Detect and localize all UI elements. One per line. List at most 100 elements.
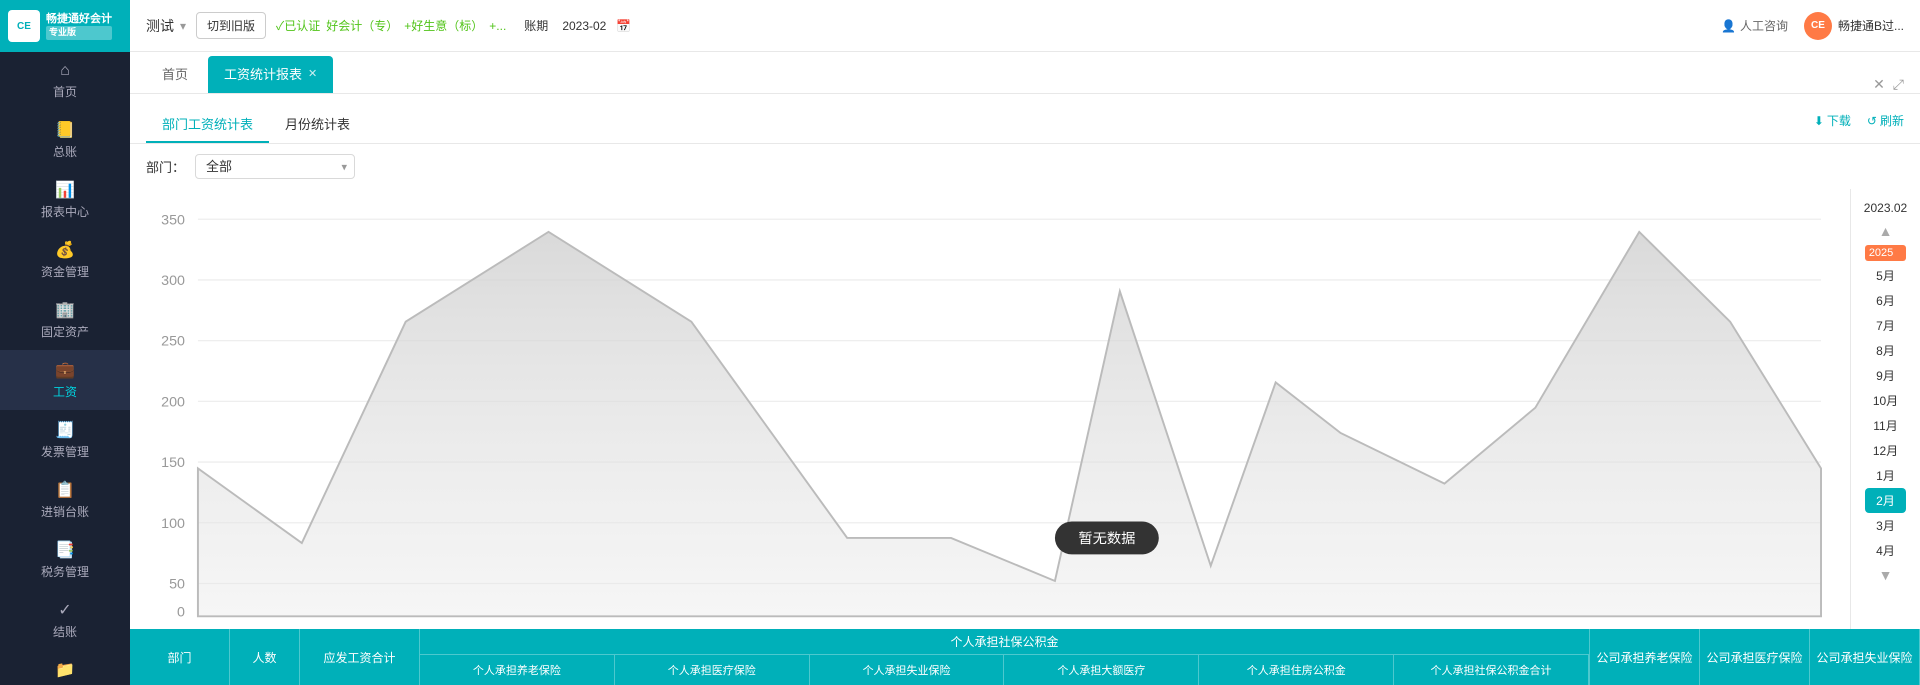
sidebar-item-sales[interactable]: 📋 进销台账: [0, 470, 130, 530]
sidebar-label-home: 首页: [53, 83, 77, 100]
right-panel: 2023.02 ▲ 2025 5月6月7月8月9月10月11月12月1月2月3月4…: [1850, 189, 1920, 629]
sidebar-item-home[interactable]: ⌂首页: [0, 52, 130, 110]
table-header: 部门 人数 应发工资合计 个人承担社保公积金 个人承担养老保险 个人承担医疗保险…: [130, 629, 1920, 685]
help-button[interactable]: 👤 人工咨询: [1721, 17, 1788, 34]
col-dept: 部门: [130, 629, 230, 685]
month-item-6月[interactable]: 6月: [1865, 288, 1906, 313]
switch-old-button[interactable]: 切到旧版: [196, 12, 266, 39]
year-old-label[interactable]: 2025: [1865, 245, 1906, 261]
invoice-icon: 🧾: [55, 420, 75, 440]
col-company-medical: 公司承担医疗保险: [1700, 629, 1810, 685]
period-label: 账期: [524, 17, 548, 34]
sidebar-label-assets: 固定资产: [41, 323, 89, 340]
month-item-5月[interactable]: 5月: [1865, 263, 1906, 288]
sidebar-label-tax: 税务管理: [41, 563, 89, 580]
close-tab-icon[interactable]: ✕: [308, 67, 317, 80]
sidebar-label-funds: 资金管理: [41, 263, 89, 280]
sidebar: CE 畅捷通好会计 专业版 ⌂首页 📒 总账 📊报表中心💰资金管理🏢固定资产 💼 工资 🧾 发…: [0, 0, 130, 685]
sidebar-label-salary: 工资: [53, 383, 77, 400]
refresh-icon: ↺: [1867, 114, 1877, 128]
col-total-salary: 应发工资合计: [300, 629, 420, 685]
sidebar-item-tax[interactable]: 📑 税务管理: [0, 530, 130, 590]
month-item-10月[interactable]: 10月: [1865, 388, 1906, 413]
sidebar-label-reports: 报表中心: [41, 203, 89, 220]
expand-icon[interactable]: ⤢: [1893, 76, 1904, 93]
year-display[interactable]: 2023.02: [1864, 197, 1907, 219]
close-window-icon[interactable]: ✕: [1873, 76, 1885, 93]
group-social-insurance: 个人承担社保公积金 个人承担养老保险 个人承担医疗保险 个人承担失业保险 个人承…: [420, 629, 1590, 685]
month-item-9月[interactable]: 9月: [1865, 363, 1906, 388]
chevron-down-icon: ▾: [180, 19, 186, 33]
col-social-total: 个人承担社保公积金合计: [1394, 655, 1589, 685]
svg-text:200: 200: [161, 394, 185, 410]
download-button[interactable]: ⬇ 下载: [1814, 112, 1851, 129]
ledger-icon: 📒: [55, 120, 75, 140]
sidebar-nav: ⌂首页 📒 总账 📊报表中心💰资金管理🏢固定资产 💼 工资 🧾 发票管理 📋 进销台账 📑 税务管理 ✓…: [0, 52, 130, 685]
svg-text:250: 250: [161, 333, 185, 349]
user-name: 畅捷通B过...: [1838, 17, 1904, 34]
col-housing-fund: 个人承担住房公积金: [1199, 655, 1394, 685]
topbar-tag: +好生意（标）: [404, 17, 483, 34]
archive-icon: 📁: [55, 660, 75, 680]
scroll-up-icon[interactable]: ▲: [1875, 219, 1897, 243]
col-company-pension: 公司承担养老保险: [1590, 629, 1700, 685]
window-controls: ✕ ⤢: [1873, 76, 1904, 93]
salary-icon: 💼: [55, 360, 75, 380]
col-medical: 个人承担医疗保险: [615, 655, 810, 685]
tab-home[interactable]: 首页: [146, 56, 204, 93]
sidebar-item-funds[interactable]: 💰资金管理: [0, 230, 130, 290]
subtab-monthly[interactable]: 月份统计表: [269, 106, 366, 143]
logo-text: 畅捷通好会计 专业版: [46, 12, 112, 40]
sidebar-label-invoice: 发票管理: [41, 443, 89, 460]
sidebar-label-ledger: 总账: [53, 143, 77, 160]
sales-icon: 📋: [55, 480, 75, 500]
period-value: 2023-02: [562, 19, 606, 33]
filter-label: 部门：: [146, 157, 185, 176]
col-company-unemployment: 公司承担失业保险: [1810, 629, 1920, 685]
chart-area: 350 300 250 200 150 100 50 0: [130, 189, 1850, 629]
sidebar-item-salary[interactable]: 💼 工资: [0, 350, 130, 410]
group-title: 个人承担社保公积金: [420, 629, 1589, 655]
col-count: 人数: [230, 629, 300, 685]
tab-salary-report[interactable]: 工资统计报表 ✕: [208, 56, 333, 93]
month-item-7月[interactable]: 7月: [1865, 313, 1906, 338]
tabbar: 首页 工资统计报表 ✕ ✕ ⤢: [130, 52, 1920, 94]
month-item-8月[interactable]: 8月: [1865, 338, 1906, 363]
refresh-button[interactable]: ↺ 刷新: [1867, 112, 1904, 129]
sidebar-item-closing[interactable]: ✓结账: [0, 590, 130, 650]
sidebar-item-invoice[interactable]: 🧾 发票管理: [0, 410, 130, 470]
company-name[interactable]: 测试 ▾: [146, 16, 186, 36]
svg-text:350: 350: [161, 211, 185, 227]
logo-icon: CE: [8, 10, 40, 42]
month-item-11月[interactable]: 11月: [1865, 413, 1906, 438]
sidebar-item-assets[interactable]: 🏢固定资产: [0, 290, 130, 350]
svg-text:暂无数据: 暂无数据: [1078, 530, 1135, 546]
scroll-down-icon[interactable]: ▼: [1875, 563, 1897, 587]
svg-text:0: 0: [177, 604, 185, 620]
main-content: 测试 ▾ 切到旧版 ✓已认证好会计（专）+好生意（标）+... 账期 2023-…: [130, 0, 1920, 685]
dept-select[interactable]: 全部: [195, 154, 355, 179]
sidebar-item-reports[interactable]: 📊报表中心: [0, 170, 130, 230]
sidebar-item-ledger[interactable]: 📒 总账: [0, 110, 130, 170]
topbar-actions: 切到旧版: [196, 12, 266, 39]
month-item-4月[interactable]: 4月: [1865, 538, 1906, 563]
topbar-tag: ✓已认证: [276, 17, 320, 34]
month-item-12月[interactable]: 12月: [1865, 438, 1906, 463]
user-button[interactable]: CE 畅捷通B过...: [1804, 12, 1904, 40]
calendar-icon[interactable]: 📅: [616, 19, 631, 33]
topbar-right: 👤 人工咨询 CE 畅捷通B过...: [1721, 12, 1904, 40]
month-item-1月[interactable]: 1月: [1865, 463, 1906, 488]
tax-icon: 📑: [55, 540, 75, 560]
sidebar-label-sales: 进销台账: [41, 503, 89, 520]
download-icon: ⬇: [1814, 114, 1824, 128]
dept-select-wrapper: 全部: [195, 154, 355, 179]
topbar-tags: ✓已认证好会计（专）+好生意（标）+...: [276, 17, 506, 34]
subtab-dept[interactable]: 部门工资统计表: [146, 106, 269, 143]
svg-text:150: 150: [161, 454, 185, 470]
subtabs: 部门工资统计表 月份统计表 ⬇ 下载 ↺ 刷新: [130, 94, 1920, 144]
sidebar-item-archive[interactable]: 📁归档管理: [0, 650, 130, 685]
svg-text:300: 300: [161, 272, 185, 288]
month-item-3月[interactable]: 3月: [1865, 513, 1906, 538]
month-item-2月[interactable]: 2月: [1865, 488, 1906, 513]
col-unemployment: 个人承担失业保险: [810, 655, 1005, 685]
